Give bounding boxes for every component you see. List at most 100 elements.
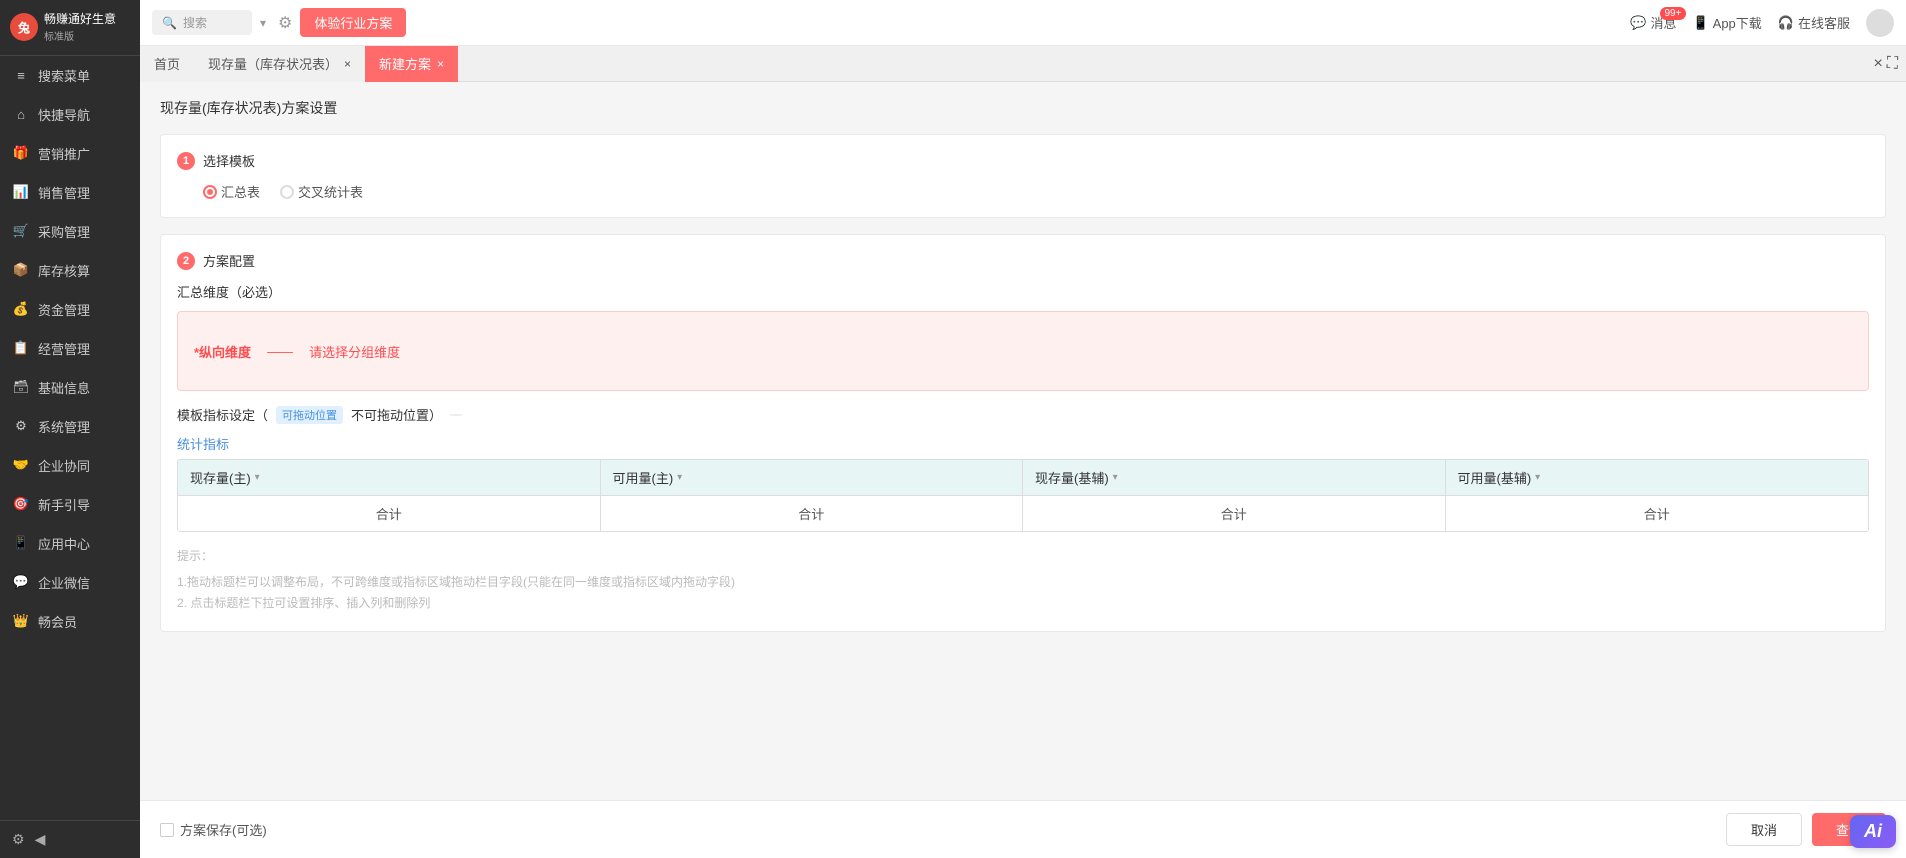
sidebar-label-quick-nav: 快捷导航 <box>38 105 90 124</box>
indicator-settings-prefix: 模板指标设定（ <box>177 405 268 424</box>
logo-icon: 兔 <box>10 13 38 41</box>
non-draggable-badge <box>450 414 462 416</box>
tab-new-plan[interactable]: 新建方案 × <box>365 46 458 82</box>
tip-1: 1.拖动标题栏可以调整布局，不可跨维度或指标区域拖动栏目字段(只能在同一维度或指… <box>177 572 1869 594</box>
template-radio-group: 汇总表 交叉统计表 <box>203 182 1869 201</box>
sidebar-icon-inventory: 📦 <box>12 261 30 279</box>
chevron-down-icon[interactable]: ▾ <box>1113 472 1118 483</box>
logo-text: 畅赚通好生意 <box>44 12 116 28</box>
settings-icon[interactable]: ⚙ <box>12 831 25 848</box>
sidebar-item-purchase[interactable]: 🛒 采购管理 <box>0 212 140 251</box>
search-box[interactable]: 🔍 搜索 <box>152 10 252 35</box>
gear-icon[interactable]: ⚙ <box>278 13 292 33</box>
sidebar-label-purchase: 采购管理 <box>38 222 90 241</box>
sidebar-item-marketing[interactable]: 🎁营销推广 <box>0 134 140 173</box>
sidebar-icon-enterprise: 🤝 <box>12 456 30 474</box>
stats-header-cell[interactable]: 可用量(主) ▾ <box>601 460 1024 495</box>
save-checkbox-box <box>160 823 174 837</box>
inventory-tab-close[interactable]: × <box>344 57 351 71</box>
chevron-down-icon[interactable]: ▾ <box>260 16 266 30</box>
stats-cell: 合计 <box>1023 496 1446 531</box>
stats-cell: 合计 <box>1446 496 1869 531</box>
sidebar-item-member[interactable]: 👑畅会员 <box>0 602 140 641</box>
chevron-down-icon[interactable]: ▾ <box>677 472 682 483</box>
stats-cell: 合计 <box>601 496 1024 531</box>
stats-header-cell[interactable]: 可用量(基辅) ▾ <box>1446 460 1869 495</box>
sidebar-item-enterprise[interactable]: 🤝企业协同 <box>0 446 140 485</box>
sidebar-icon-system: ⚙ <box>12 417 30 435</box>
column-label: 现存量(基辅) <box>1035 468 1109 487</box>
sidebar-item-appstore[interactable]: 📱应用中心 <box>0 524 140 563</box>
sidebar-item-finance[interactable]: 💰 资金管理 <box>0 290 140 329</box>
online-service-button[interactable]: 🎧 在线客服 <box>1778 13 1850 32</box>
home-tab-label: 首页 <box>154 54 180 73</box>
sidebar-item-quick-nav[interactable]: ⌂快捷导航 <box>0 95 140 134</box>
sidebar-icon-basic-info: 🗃 <box>12 378 30 396</box>
service-icon: 🎧 <box>1778 15 1794 31</box>
sidebar-item-system[interactable]: ⚙ 系统管理 <box>0 407 140 446</box>
sidebar-icon-finance: 💰 <box>12 300 30 318</box>
stats-header-cell[interactable]: 现存量(主) ▾ <box>178 460 601 495</box>
sidebar-item-operations[interactable]: 📋经营管理 <box>0 329 140 368</box>
sidebar-icon-purchase: 🛒 <box>12 222 30 240</box>
sidebar-item-search-menu[interactable]: ≡搜索菜单 <box>0 56 140 95</box>
sidebar: 兔 畅赚通好生意 标准版 ≡搜索菜单⌂快捷导航🎁营销推广 📊 销售管理 🛒 采购管理 📦库… <box>0 0 140 858</box>
sidebar-label-system: 系统管理 <box>38 417 90 436</box>
dimension-placeholder: 请选择分组维度 <box>309 342 400 361</box>
sidebar-item-newuser[interactable]: 🎯新手引导 <box>0 485 140 524</box>
panel-close-icon[interactable]: × <box>1873 55 1882 73</box>
sidebar-label-finance: 资金管理 <box>38 300 90 319</box>
app-download-button[interactable]: 📱 App下载 <box>1692 13 1761 32</box>
sidebar-footer: ⚙ ◀ <box>0 820 140 858</box>
new-plan-tab-label: 新建方案 <box>379 54 431 73</box>
message-button[interactable]: 💬 消息 99+ <box>1630 13 1676 32</box>
sidebar-item-basic-info[interactable]: 🗃基础信息 <box>0 368 140 407</box>
tip-2: 2. 点击标题栏下拉可设置排序、插入列和删除列 <box>177 593 1869 615</box>
step2-num: 2 <box>177 252 195 270</box>
message-icon: 💬 <box>1630 15 1646 31</box>
cross-radio-label: 交叉统计表 <box>298 182 363 201</box>
sidebar-icon-member: 👑 <box>12 612 30 630</box>
sidebar-icon-sales: 📊 <box>12 183 30 201</box>
chevron-down-icon[interactable]: ▾ <box>255 472 260 483</box>
draggable-badge: 可拖动位置 <box>276 406 343 424</box>
sidebar-item-inventory[interactable]: 📦库存核算 <box>0 251 140 290</box>
app-icon: 📱 <box>1692 15 1708 31</box>
sidebar-icon-search-menu: ≡ <box>12 66 30 84</box>
save-checkbox[interactable]: 方案保存(可选) <box>160 820 267 839</box>
sidebar-icon-wechat: 💬 <box>12 573 30 591</box>
sidebar-item-sales[interactable]: 📊 销售管理 <box>0 173 140 212</box>
trial-button[interactable]: 体验行业方案 <box>300 8 406 37</box>
step2-title: 方案配置 <box>203 251 255 270</box>
sidebar-label-marketing: 营销推广 <box>38 144 90 163</box>
sidebar-logo: 兔 畅赚通好生意 标准版 <box>0 0 140 56</box>
sidebar-label-sales: 销售管理 <box>38 183 90 202</box>
search-icon: 🔍 <box>162 16 177 30</box>
tab-home[interactable]: 首页 <box>140 46 194 82</box>
user-avatar[interactable] <box>1866 9 1894 37</box>
collapse-icon[interactable]: ◀ <box>35 831 46 848</box>
stats-section: 统计指标 现存量(主) ▾可用量(主) ▾现存量(基辅) ▾可用量(基辅) ▾ … <box>177 434 1869 532</box>
topbar: 🔍 搜索 ▾ ⚙ 体验行业方案 💬 消息 99+ 📱 App下载 🎧 在线客服 <box>140 0 1906 46</box>
sidebar-nav: ≡搜索菜单⌂快捷导航🎁营销推广 📊 销售管理 🛒 采购管理 📦库存核算 💰 资金管理 📋经营管理… <box>0 56 140 820</box>
ai-badge[interactable]: Ai <box>1850 815 1896 848</box>
panel-expand-icon[interactable]: ⛶ <box>1887 55 1898 73</box>
cross-radio[interactable]: 交叉统计表 <box>280 182 363 201</box>
summary-radio[interactable]: 汇总表 <box>203 182 260 201</box>
sidebar-item-wechat[interactable]: 💬 企业微信 <box>0 563 140 602</box>
tips-title: 提示： <box>177 546 1869 568</box>
page-title: 现存量(库存状况表)方案设置 <box>160 98 1886 118</box>
cancel-button[interactable]: 取消 <box>1726 813 1802 846</box>
stats-title: 统计指标 <box>177 434 1869 453</box>
chevron-down-icon[interactable]: ▾ <box>1535 472 1540 483</box>
main-content: 现存量(库存状况表)方案设置 1 选择模板 汇总表 交叉统计表 2 <box>140 82 1906 800</box>
tab-inventory-status[interactable]: 现存量（库存状况表） × <box>194 46 365 82</box>
sidebar-label-appstore: 应用中心 <box>38 534 90 553</box>
cross-radio-dot <box>280 185 294 199</box>
stats-header-cell[interactable]: 现存量(基辅) ▾ <box>1023 460 1446 495</box>
required-dimension-area[interactable]: *纵向维度 —— 请选择分组维度 <box>177 311 1869 391</box>
sidebar-label-wechat: 企业微信 <box>38 573 90 592</box>
new-plan-tab-close[interactable]: × <box>437 57 444 71</box>
tips-section: 提示： 1.拖动标题栏可以调整布局，不可跨维度或指标区域拖动栏目字段(只能在同一… <box>177 546 1869 615</box>
stats-table: 现存量(主) ▾可用量(主) ▾现存量(基辅) ▾可用量(基辅) ▾ 合计合计合… <box>177 459 1869 532</box>
